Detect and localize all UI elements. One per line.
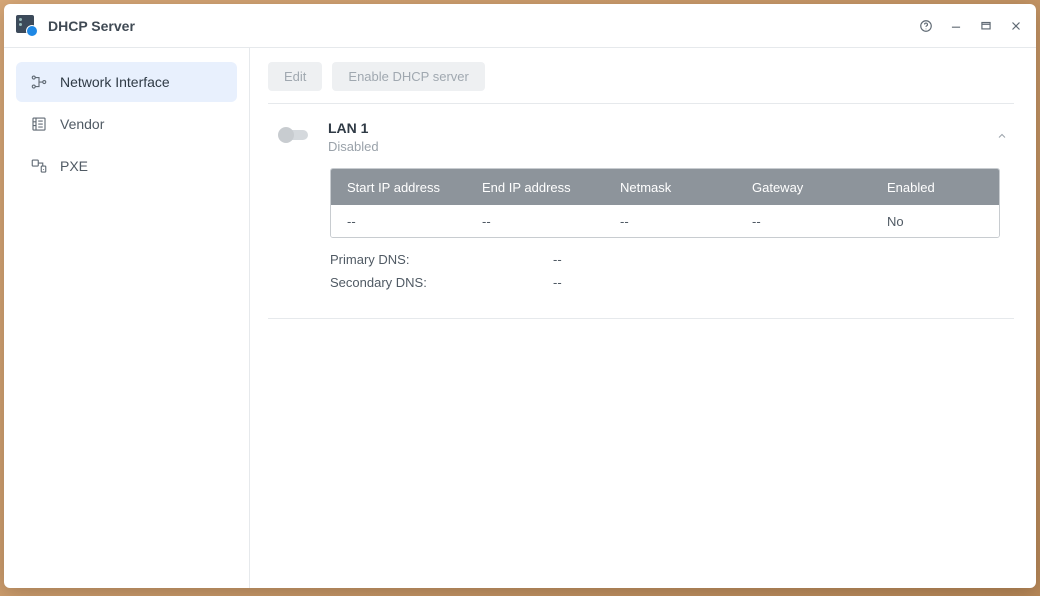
sidebar-item-label: PXE [60,158,88,174]
app-window: DHCP Server Network Interface [4,4,1036,588]
secondary-dns-label: Secondary DNS: [330,275,553,290]
window-controls [918,18,1024,34]
cell-start-ip: -- [331,214,466,229]
interface-status: Disabled [328,139,996,154]
sidebar-item-pxe[interactable]: PXE [16,146,237,186]
titlebar: DHCP Server [4,4,1036,48]
chevron-up-icon[interactable] [996,130,1008,142]
sidebar-item-label: Network Interface [60,74,170,90]
vendor-icon [30,115,48,133]
interface-name: LAN 1 [328,120,996,136]
pxe-icon [30,157,48,175]
sidebar: Network Interface Vendor PXE [4,48,250,588]
main-panel: Edit Enable DHCP server LAN 1 Disabled [250,48,1036,588]
window-title: DHCP Server [48,18,918,34]
col-end-ip: End IP address [466,180,604,195]
minimize-button[interactable] [948,18,964,34]
interface-header[interactable]: LAN 1 Disabled [268,120,1014,154]
table-row[interactable]: -- -- -- -- No [331,205,999,237]
table-header-row: Start IP address End IP address Netmask … [331,169,999,205]
col-start-ip: Start IP address [331,180,466,195]
sidebar-item-network-interface[interactable]: Network Interface [16,62,237,102]
toolbar: Edit Enable DHCP server [268,62,1014,104]
app-icon [16,15,38,37]
sidebar-item-vendor[interactable]: Vendor [16,104,237,144]
cell-netmask: -- [604,214,736,229]
primary-dns-row: Primary DNS: -- [330,252,1014,267]
interface-title-block: LAN 1 Disabled [328,120,996,154]
enable-dhcp-button[interactable]: Enable DHCP server [332,62,484,91]
maximize-button[interactable] [978,18,994,34]
body: Network Interface Vendor PXE Edit Enable… [4,48,1036,588]
secondary-dns-value: -- [553,275,562,290]
col-gateway: Gateway [736,180,871,195]
sidebar-item-label: Vendor [60,116,104,132]
help-button[interactable] [918,18,934,34]
close-button[interactable] [1008,18,1024,34]
primary-dns-label: Primary DNS: [330,252,553,267]
interface-section: LAN 1 Disabled Start IP address End IP a… [268,104,1014,319]
primary-dns-value: -- [553,252,562,267]
edit-button[interactable]: Edit [268,62,322,91]
network-interface-icon [30,73,48,91]
dns-section: Primary DNS: -- Secondary DNS: -- [330,252,1014,290]
col-enabled: Enabled [871,180,999,195]
ip-range-table: Start IP address End IP address Netmask … [330,168,1000,238]
secondary-dns-row: Secondary DNS: -- [330,275,1014,290]
cell-enabled: No [871,214,999,229]
col-netmask: Netmask [604,180,736,195]
interface-toggle[interactable] [280,130,308,140]
cell-end-ip: -- [466,214,604,229]
cell-gateway: -- [736,214,871,229]
